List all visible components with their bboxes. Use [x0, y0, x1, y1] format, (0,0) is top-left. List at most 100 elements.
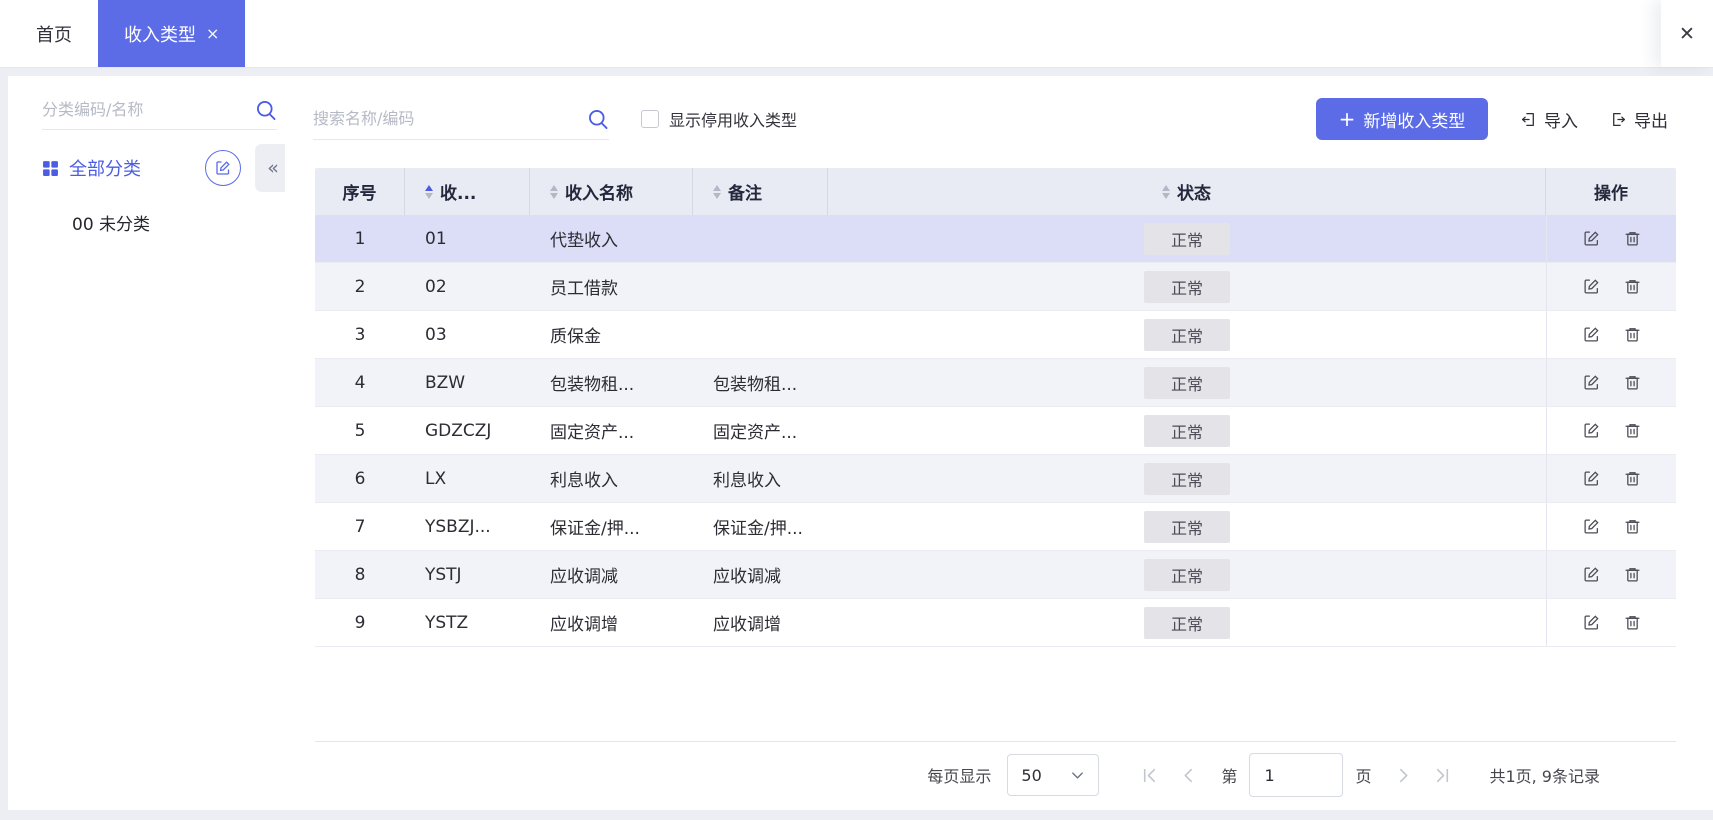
table-row[interactable]: 2 02 员工借款 正常: [315, 263, 1676, 311]
category-all-row[interactable]: 全部分类: [42, 148, 241, 188]
column-header-4[interactable]: 备注: [693, 168, 828, 215]
edit-icon[interactable]: [1583, 422, 1600, 439]
table-row[interactable]: 3 03 质保金 正常: [315, 311, 1676, 359]
table-row[interactable]: 9 YSTZ 应收调增 应收调增 正常: [315, 599, 1676, 647]
income-code: 03: [425, 324, 447, 345]
delete-icon[interactable]: [1624, 230, 1641, 247]
show-disabled-checkbox[interactable]: [641, 110, 659, 128]
row-index: 9: [354, 612, 366, 633]
table-row[interactable]: 7 YSBZJ... 保证金/押... 保证金/押... 正常: [315, 503, 1676, 551]
income-status: 正常: [828, 599, 1546, 646]
delete-icon[interactable]: [1624, 518, 1641, 535]
income-status: 正常: [828, 263, 1546, 310]
edit-icon[interactable]: [1583, 614, 1600, 631]
income-note: 保证金/押...: [713, 519, 803, 539]
table-row[interactable]: 1 01 代垫收入 正常: [315, 215, 1676, 263]
sort-arrows-icon[interactable]: [425, 184, 433, 199]
plus-icon: +: [1338, 107, 1356, 131]
income-name: 固定资产...: [550, 423, 635, 443]
income-code: 01: [425, 228, 447, 249]
table-row[interactable]: 8 YSTJ 应收调减 应收调减 正常: [315, 551, 1676, 599]
income-code: BZW: [425, 372, 466, 393]
category-search-input[interactable]: [42, 100, 255, 119]
income-note: [693, 263, 828, 310]
row-index: 5: [354, 420, 366, 441]
row-index: 3: [354, 324, 366, 345]
delete-icon[interactable]: [1624, 374, 1641, 391]
edit-icon[interactable]: [1583, 470, 1600, 487]
sort-arrows-icon[interactable]: [713, 184, 721, 199]
income-code: YSTJ: [425, 564, 462, 585]
main-panel: 显示停用收入类型 + 新增收入类型 导入: [285, 76, 1713, 810]
column-header-6: 操作: [1546, 168, 1676, 215]
table-row[interactable]: 5 GDZCZJ 固定资产... 固定资产... 正常: [315, 407, 1676, 455]
first-page-button[interactable]: [1141, 767, 1158, 784]
export-button[interactable]: 导出: [1610, 107, 1668, 132]
tab-home-label: 首页: [36, 24, 72, 46]
income-name: 代垫收入: [550, 231, 618, 251]
last-page-button[interactable]: [1434, 767, 1451, 784]
import-icon: [1520, 111, 1537, 128]
export-label: 导出: [1634, 111, 1668, 132]
column-header-5[interactable]: 状态: [828, 168, 1546, 215]
tab-income-type[interactable]: 收入类型 ×: [98, 0, 246, 67]
status-badge: 正常: [1144, 414, 1230, 447]
search-icon[interactable]: [587, 108, 609, 130]
row-index: 2: [354, 276, 366, 297]
income-status: 正常: [828, 215, 1546, 262]
column-header-3[interactable]: 收入名称: [530, 168, 693, 215]
income-name: 质保金: [550, 327, 601, 347]
sort-arrows-icon[interactable]: [550, 184, 558, 199]
delete-icon[interactable]: [1624, 566, 1641, 583]
status-badge: 正常: [1144, 606, 1230, 639]
export-icon: [1610, 111, 1627, 128]
delete-icon[interactable]: [1624, 326, 1641, 343]
table-row[interactable]: 4 BZW 包装物租... 包装物租... 正常: [315, 359, 1676, 407]
page-number-input[interactable]: [1249, 753, 1344, 797]
window-close-button[interactable]: ✕: [1661, 0, 1713, 67]
delete-icon[interactable]: [1624, 422, 1641, 439]
next-page-button[interactable]: [1395, 767, 1412, 784]
income-note: 包装物租...: [713, 375, 798, 395]
pagination: 每页显示 50 第 页: [315, 742, 1676, 808]
category-sidebar: 全部分类 « 00 未分类: [8, 76, 291, 810]
row-index: 4: [354, 372, 366, 393]
add-income-type-button[interactable]: + 新增收入类型: [1316, 98, 1488, 140]
row-actions: [1546, 311, 1676, 358]
tab-close-icon[interactable]: ×: [206, 25, 219, 42]
table-search-input[interactable]: [313, 109, 587, 128]
edit-category-button[interactable]: [205, 150, 241, 186]
pagination-total: 共1页, 9条记录: [1489, 767, 1600, 786]
search-icon[interactable]: [255, 99, 277, 121]
edit-icon[interactable]: [1583, 230, 1600, 247]
income-code: 02: [425, 276, 447, 297]
column-header-1: 序号: [315, 168, 405, 215]
delete-icon[interactable]: [1624, 470, 1641, 487]
tab-home[interactable]: 首页: [10, 0, 98, 67]
edit-icon[interactable]: [1583, 518, 1600, 535]
sidebar-item-uncategorized[interactable]: 00 未分类: [72, 210, 150, 235]
show-disabled-checkbox-row[interactable]: 显示停用收入类型: [641, 107, 797, 131]
category-all-label: 全部分类: [69, 159, 141, 180]
import-button[interactable]: 导入: [1520, 107, 1578, 132]
row-index: 1: [354, 228, 366, 249]
delete-icon[interactable]: [1624, 278, 1641, 295]
edit-icon[interactable]: [1583, 566, 1600, 583]
row-index: 6: [354, 468, 366, 489]
prev-page-button[interactable]: [1180, 767, 1197, 784]
edit-icon[interactable]: [1583, 326, 1600, 343]
income-note: 固定资产...: [713, 423, 798, 443]
income-note: [693, 215, 828, 262]
edit-icon[interactable]: [1583, 374, 1600, 391]
page-size-select[interactable]: 50: [1007, 754, 1100, 796]
edit-icon[interactable]: [1583, 278, 1600, 295]
table-row[interactable]: 6 LX 利息收入 利息收入 正常: [315, 455, 1676, 503]
income-code: YSBZJ...: [425, 516, 491, 537]
column-header-2[interactable]: 收...: [405, 168, 530, 215]
income-note: [693, 311, 828, 358]
sort-arrows-icon[interactable]: [1162, 184, 1170, 199]
show-disabled-label: 显示停用收入类型: [669, 111, 798, 130]
delete-icon[interactable]: [1624, 614, 1641, 631]
row-actions: [1546, 455, 1676, 502]
table-search: [313, 98, 609, 140]
